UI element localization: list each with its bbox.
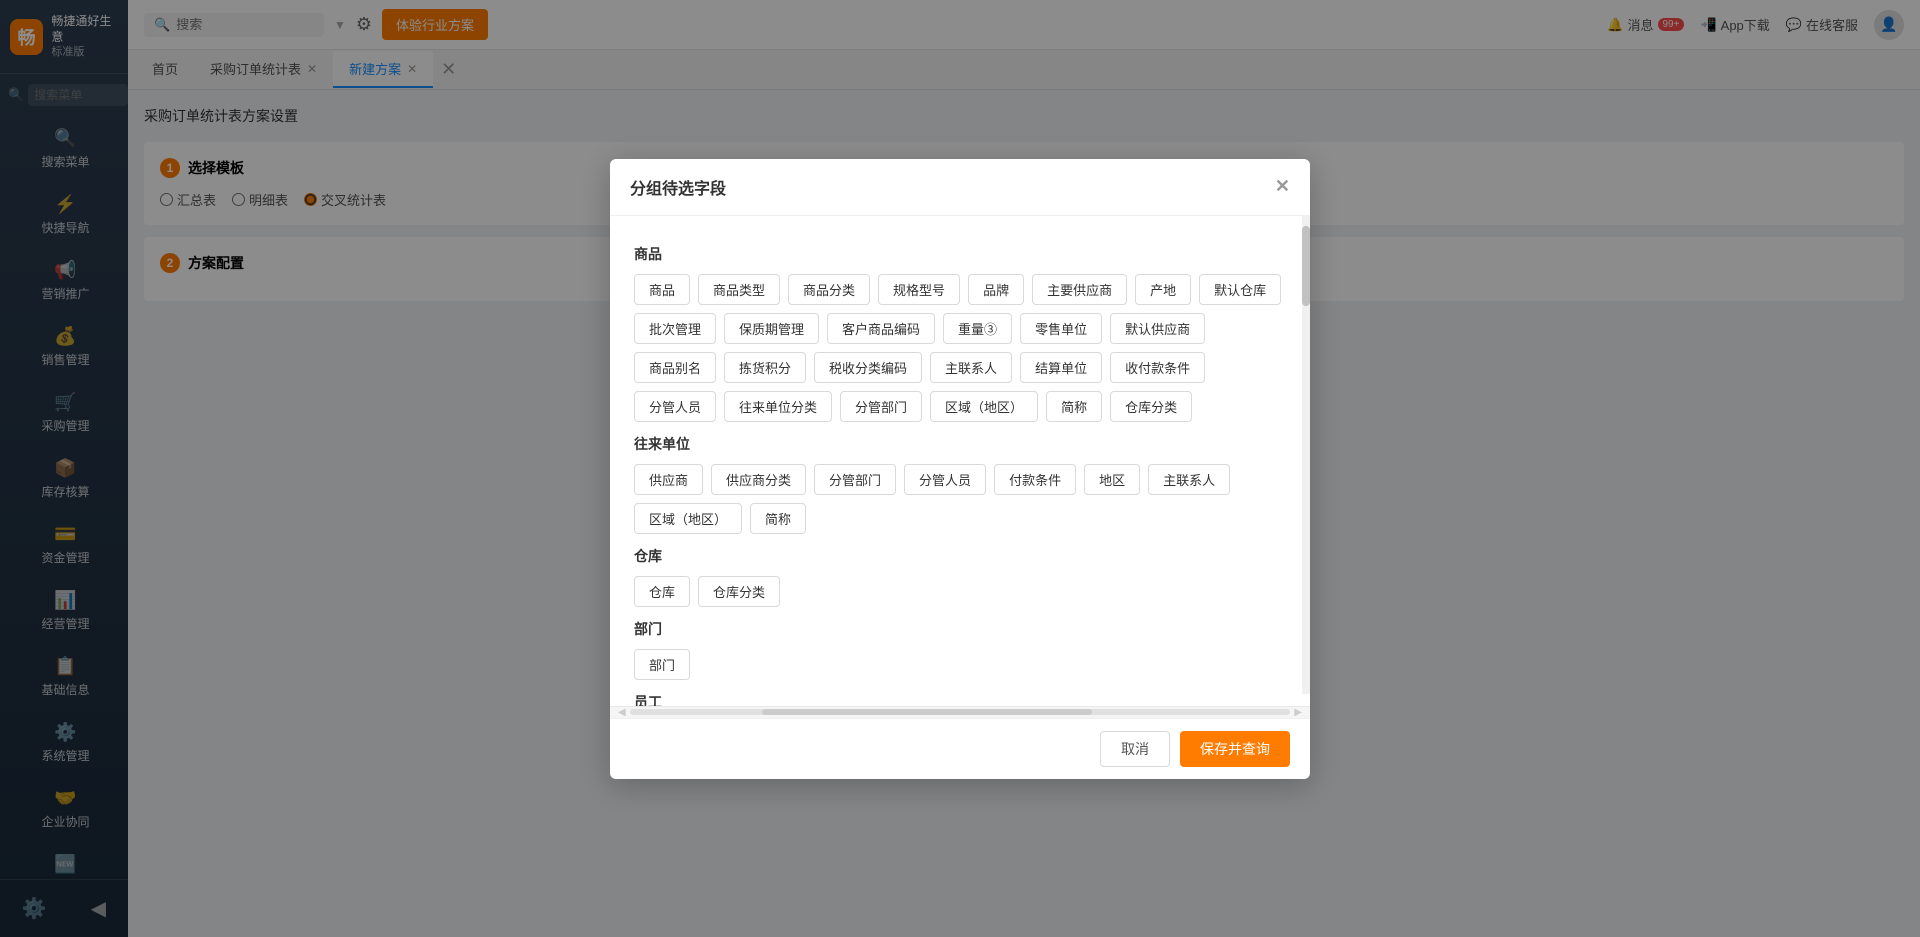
counterpart-fields-grid: 供应商 供应商分类 分管部门 分管人员 付款条件 地区 主联系人 区域（地区） …: [634, 464, 1286, 534]
modal-scrollbar-track[interactable]: [1302, 216, 1310, 694]
field-tag-main-supplier[interactable]: 主要供应商: [1032, 274, 1127, 305]
field-tag-customer-code[interactable]: 客户商品编码: [827, 313, 935, 344]
section-employee-title: 员工: [634, 692, 1286, 706]
field-tag-origin[interactable]: 产地: [1135, 274, 1191, 305]
field-tag-region-product[interactable]: 区域（地区）: [930, 391, 1038, 422]
field-tag-supplier-category[interactable]: 供应商分类: [711, 464, 806, 495]
field-tag-payment-cond[interactable]: 付款条件: [994, 464, 1076, 495]
hscroll-right-arrow[interactable]: ▶: [1294, 707, 1302, 718]
warehouse-fields-grid: 仓库 仓库分类: [634, 576, 1286, 607]
field-tag-default-supplier[interactable]: 默认供应商: [1110, 313, 1205, 344]
field-tag-product[interactable]: 商品: [634, 274, 690, 305]
modal-hscroll[interactable]: ◀ ▶: [610, 706, 1310, 718]
field-tag-region-cp[interactable]: 区域（地区）: [634, 503, 742, 534]
section-warehouse-title: 仓库: [634, 546, 1286, 566]
field-tag-warehouse-cat[interactable]: 仓库分类: [698, 576, 780, 607]
field-tag-retail-unit[interactable]: 零售单位: [1020, 313, 1102, 344]
section-counterpart-title: 往来单位: [634, 434, 1286, 454]
modal-close-button[interactable]: ✕: [1275, 176, 1290, 197]
field-tag-supervisor-dept[interactable]: 分管部门: [814, 464, 896, 495]
field-tag-product-alias[interactable]: 商品别名: [634, 352, 716, 383]
field-tag-tax-code[interactable]: 税收分类编码: [814, 352, 922, 383]
field-tag-batch-mgmt[interactable]: 批次管理: [634, 313, 716, 344]
field-tag-weight[interactable]: 重量③: [943, 313, 1012, 344]
field-tag-warehouse-category-product[interactable]: 仓库分类: [1110, 391, 1192, 422]
modal-scrollbar-thumb[interactable]: [1302, 226, 1310, 306]
modal-body: 商品 商品 商品类型 商品分类 规格型号 品牌 主要供应商 产地 默认仓库 批次…: [610, 216, 1310, 706]
field-tag-product-category[interactable]: 商品分类: [788, 274, 870, 305]
field-tag-brand[interactable]: 品牌: [968, 274, 1024, 305]
section-department-title: 部门: [634, 619, 1286, 639]
modal-header: 分组待选字段 ✕: [610, 159, 1310, 216]
field-tag-main-contact-cp[interactable]: 主联系人: [1148, 464, 1230, 495]
field-tag-spec-model[interactable]: 规格型号: [878, 274, 960, 305]
field-tag-area[interactable]: 地区: [1084, 464, 1140, 495]
field-tag-abbr-cp[interactable]: 简称: [750, 503, 806, 534]
field-tag-main-contact[interactable]: 主联系人: [930, 352, 1012, 383]
field-tag-supplier[interactable]: 供应商: [634, 464, 703, 495]
hscroll-thumb[interactable]: [762, 709, 1092, 715]
hscroll-left-arrow[interactable]: ◀: [618, 707, 626, 718]
field-tag-product-type[interactable]: 商品类型: [698, 274, 780, 305]
field-tag-settlement-unit[interactable]: 结算单位: [1020, 352, 1102, 383]
field-select-modal: 分组待选字段 ✕ 商品 商品 商品类型 商品分类 规格型号 品牌 主要供应商 产…: [610, 159, 1310, 779]
modal-confirm-button[interactable]: 保存并查询: [1180, 731, 1290, 767]
field-tag-default-warehouse[interactable]: 默认仓库: [1199, 274, 1281, 305]
department-fields-grid: 部门: [634, 649, 1286, 680]
field-tag-pick-score[interactable]: 拣货积分: [724, 352, 806, 383]
field-tag-supervisor-person[interactable]: 分管人员: [904, 464, 986, 495]
field-tag-shelf-life[interactable]: 保质期管理: [724, 313, 819, 344]
product-fields-grid: 商品 商品类型 商品分类 规格型号 品牌 主要供应商 产地 默认仓库 批次管理 …: [634, 274, 1286, 422]
field-tag-abbr-product[interactable]: 简称: [1046, 391, 1102, 422]
field-tag-counterpart-category[interactable]: 往来单位分类: [724, 391, 832, 422]
field-tag-warehouse[interactable]: 仓库: [634, 576, 690, 607]
field-tag-dept[interactable]: 分管部门: [840, 391, 922, 422]
field-tag-supervisor[interactable]: 分管人员: [634, 391, 716, 422]
section-product-title: 商品: [634, 244, 1286, 264]
field-tag-department[interactable]: 部门: [634, 649, 690, 680]
modal-cancel-button[interactable]: 取消: [1100, 731, 1170, 767]
modal-footer: 取消 保存并查询: [610, 718, 1310, 779]
hscroll-track[interactable]: [630, 709, 1291, 715]
field-tag-payment-terms[interactable]: 收付款条件: [1110, 352, 1205, 383]
modal-title: 分组待选字段: [630, 175, 726, 199]
